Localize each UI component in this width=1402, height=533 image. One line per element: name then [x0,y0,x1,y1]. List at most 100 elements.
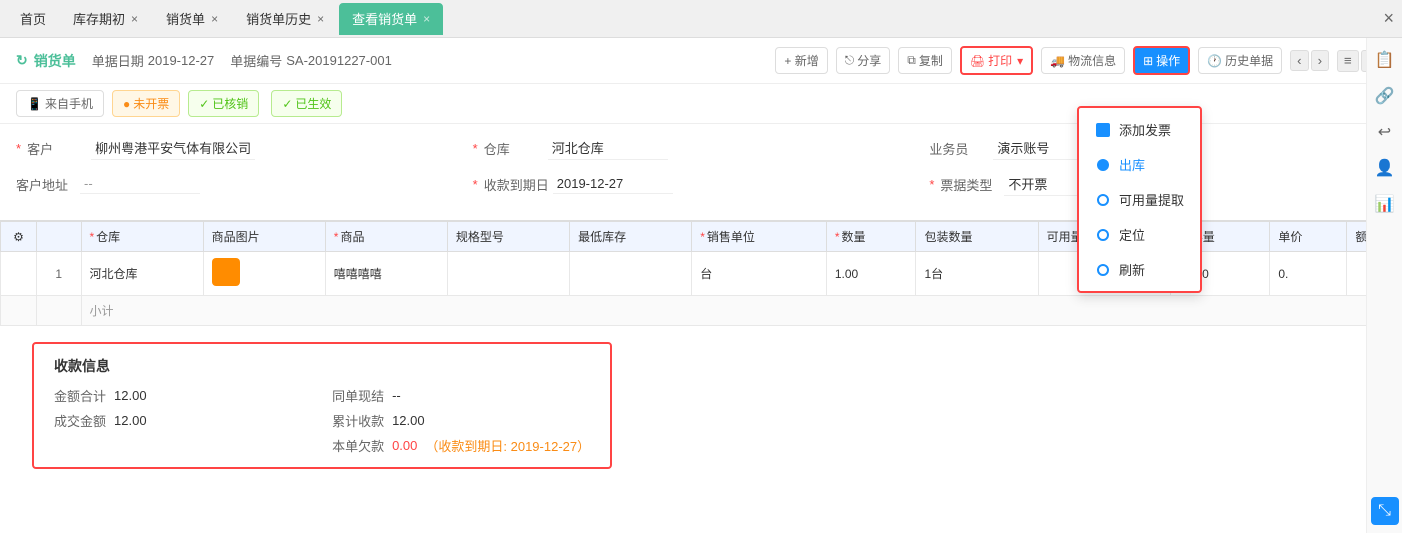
operations-icon: ⊞ [1143,54,1153,68]
required-star: * [16,141,21,156]
row-unit: 台 [692,252,827,296]
new-button[interactable]: + 新增 [775,47,827,74]
row-image [203,252,325,296]
ticket-type-label: 票据类型 [940,175,1000,194]
doc-meta: 单据日期 2019-12-27 单据编号 SA-20191227-001 [92,51,392,70]
subtotal-label: 小计 [81,296,1402,326]
tab-view-sales[interactable]: 查看销货单 × [339,3,443,35]
outbound-label: 出库 [1119,155,1145,174]
payment-title: 收款信息 [54,356,590,376]
doc-icon: ↻ [16,52,28,69]
row-gear[interactable] [1,252,37,296]
sidebar-icon-4[interactable]: 👤 [1371,154,1399,182]
transaction-item: 成交金额 12.00 [54,411,312,430]
print-icon: 🖨 [970,54,985,68]
same-order-value: -- [392,388,401,403]
col-spec: 规格型号 [447,222,569,252]
payment-box: 收款信息 金额合计 12.00 同单现结 -- 成交金额 12.00 累计收款 … [32,342,612,469]
already-effective-button[interactable]: ✓ 已生效 [271,90,342,117]
phone-icon: 📱 [27,97,42,111]
view-list-button[interactable]: ≡ [1337,50,1359,72]
doc-number-value: SA-20191227-001 [286,53,392,68]
col-image: 商品图片 [203,222,325,252]
available-qty-label: 可用量提取 [1119,190,1184,209]
refresh-item[interactable]: 刷新 [1079,252,1200,287]
col-num [37,222,82,252]
operations-button[interactable]: ⊞ 操作 [1133,46,1190,75]
tab-home[interactable]: 首页 [8,5,58,32]
sidebar-icon-3[interactable]: ↩ [1371,118,1399,146]
close-view-sales-tab[interactable]: × [423,12,430,26]
outbound-item[interactable]: 出库 [1079,147,1200,182]
print-button[interactable]: 🖨 打印 ▾ [960,46,1033,75]
col-warehouse: *仓库 [81,222,203,252]
amount-total-value: 12.00 [114,388,147,403]
check-icon: ✓ [199,97,209,111]
customer-label: 客户 [27,139,87,158]
share-button[interactable]: ⎋ 分享 [836,47,891,74]
effective-icon: ✓ [282,97,292,111]
history-icon: 🕐 [1207,54,1222,68]
sidebar-icon-2[interactable]: 🔗 [1371,82,1399,110]
next-button[interactable]: › [1311,50,1329,71]
col-quantity: *数量 [826,222,916,252]
right-sidebar: 📋 🔗 ↩ 👤 📊 ⤡ [1366,38,1402,533]
payment-section: 收款信息 金额合计 12.00 同单现结 -- 成交金额 12.00 累计收款 … [0,326,1402,485]
tab-sales-history[interactable]: 销货单历史 × [233,3,337,35]
document-header: ↻ 销货单 单据日期 2019-12-27 单据编号 SA-20191227-0… [0,38,1402,84]
customer-value[interactable]: 柳州粤港平安气体有限公司 [91,136,255,160]
doc-date-value: 2019-12-27 [148,53,215,68]
subtotal-row: 小计 [1,296,1402,326]
sidebar-icon-5[interactable]: 📊 [1371,190,1399,218]
warehouse-value[interactable]: 河北仓库 [548,136,668,160]
close-inventory-tab[interactable]: × [131,12,138,26]
salesperson-label: 业务员 [929,139,989,158]
due-date-field: * 收款到期日 2019-12-27 [473,174,930,194]
dropdown-arrow: ▾ [1017,54,1023,68]
due-date-label: 收款到期日 [484,175,549,194]
tab-bar: 首页 库存期初 × 销货单 × 销货单历史 × 查看销货单 × × [0,0,1402,38]
address-value[interactable]: -- [80,174,200,194]
doc-date-item: 单据日期 2019-12-27 [92,51,215,70]
locate-item[interactable]: 定位 [1079,217,1200,252]
main-content: ↻ 销货单 单据日期 2019-12-27 单据编号 SA-20191227-0… [0,38,1402,533]
close-window-button[interactable]: × [1383,8,1394,29]
col-unit-price: 单价 [1270,222,1347,252]
tab-inventory[interactable]: 库存期初 × [60,3,151,35]
add-invoice-item[interactable]: 添加发票 [1079,112,1200,147]
row-warehouse: 河北仓库 [81,252,203,296]
arrears-note: （收款到期日: 2019-12-27） [425,436,590,455]
add-invoice-label: 添加发票 [1119,120,1171,139]
copy-button[interactable]: ⧉ 复制 [898,47,952,74]
tab-sales[interactable]: 销货单 × [153,3,231,35]
row-unit-price: 0. [1270,252,1347,296]
close-sales-tab[interactable]: × [211,12,218,26]
product-image [212,258,240,286]
logistics-button[interactable]: 🚚 物流信息 [1041,47,1125,74]
already-cancelled-button[interactable]: ✓ 已核销 [188,90,259,117]
cumulative-label: 累计收款 [332,411,384,430]
locate-icon [1095,227,1111,243]
sidebar-icon-1[interactable]: 📋 [1371,46,1399,74]
warehouse-label: 仓库 [484,139,544,158]
close-history-tab[interactable]: × [317,12,324,26]
available-qty-item[interactable]: 可用量提取 [1079,182,1200,217]
row-pack-qty: 1台 [916,252,1038,296]
subtotal-gear [1,296,37,326]
available-qty-icon [1095,192,1111,208]
prev-button[interactable]: ‹ [1290,50,1308,71]
outbound-icon [1095,157,1111,173]
history-button[interactable]: 🕐 历史单据 [1198,47,1282,74]
doc-title: ↻ 销货单 [16,51,76,71]
doc-date-label: 单据日期 [92,51,144,70]
col-unit: *销售单位 [692,222,827,252]
from-phone-button[interactable]: 📱 来自手机 [16,90,104,117]
due-date-value[interactable]: 2019-12-27 [553,174,673,194]
copy-icon: ⧉ [907,53,916,68]
row-min-stock [570,252,692,296]
transaction-value: 12.00 [114,413,147,428]
sidebar-icon-6[interactable]: ⤡ [1371,497,1399,525]
add-invoice-icon [1095,122,1111,138]
not-opened-button[interactable]: ● 未开票 [112,90,180,117]
operations-dropdown: 添加发票 出库 可用量提取 定位 刷新 [1077,106,1202,293]
